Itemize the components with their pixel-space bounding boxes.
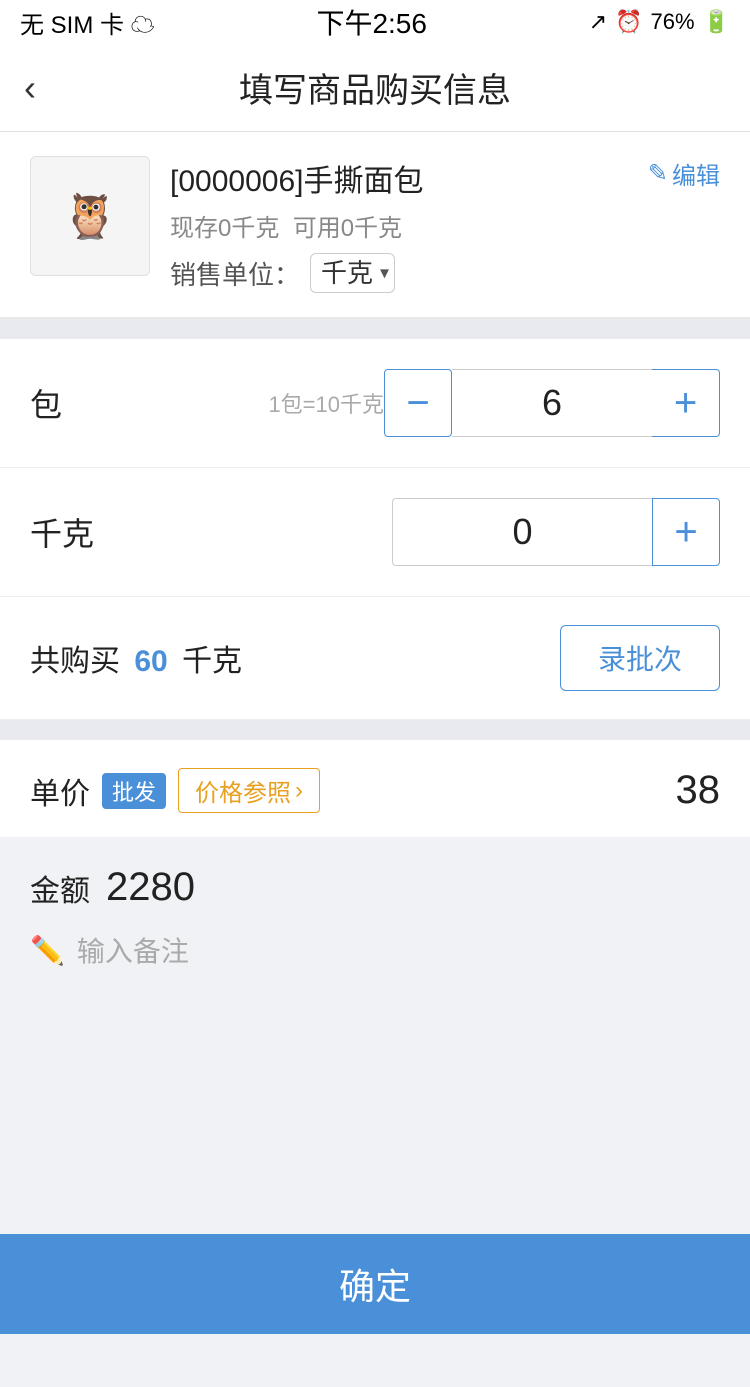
- price-row: 单价 批发 价格参照 › 38: [30, 768, 720, 813]
- edit-icon: ✎: [648, 159, 668, 188]
- package-row: 包 1包=10千克 − +: [0, 339, 750, 468]
- sim-label: 无 SIM 卡 ☁: [20, 5, 155, 40]
- status-left: 无 SIM 卡 ☁: [20, 5, 155, 40]
- amount-label: 金额: [30, 866, 90, 910]
- price-value: 38: [676, 768, 721, 813]
- edit-button[interactable]: ✎ 编辑: [648, 156, 720, 191]
- page-title: 填写商品购买信息: [239, 63, 511, 112]
- remark-row[interactable]: ✏️ 输入备注: [30, 930, 720, 970]
- product-name: [0000006]手撕面包: [170, 156, 720, 200]
- price-left: 单价 批发 价格参照 ›: [30, 768, 320, 813]
- status-right: ↗ ⏰ 76% 🔋: [589, 9, 730, 35]
- remark-icon: ✏️: [30, 934, 65, 967]
- product-unit: 销售单位： 千克: [170, 253, 720, 293]
- product-card: 🦉 [0000006]手撕面包 现存0千克 可用0千克 销售单位： 千克: [0, 132, 750, 318]
- price-ref-button[interactable]: 价格参照 ›: [178, 768, 320, 813]
- product-logo: 🦉: [63, 190, 118, 242]
- package-plus-button[interactable]: +: [652, 369, 720, 437]
- bottom-space: [0, 1037, 750, 1387]
- status-time: 下午2:56: [316, 2, 427, 42]
- battery-icon: 🔋: [703, 9, 730, 35]
- package-minus-button[interactable]: −: [384, 369, 452, 437]
- kg-qty-input[interactable]: [392, 498, 652, 566]
- package-label: 包: [30, 380, 258, 426]
- product-stock: 现存0千克 可用0千克: [170, 208, 720, 243]
- status-bar: 无 SIM 卡 ☁ 下午2:56 ↗ ⏰ 76% 🔋: [0, 0, 750, 44]
- location-icon: ↗: [589, 9, 607, 35]
- price-section: 单价 批发 价格参照 › 38: [0, 740, 750, 837]
- confirm-bar[interactable]: 确定: [0, 1234, 750, 1334]
- amount-value: 2280: [106, 865, 195, 910]
- total-row: 共购买 60 千克 录批次: [0, 597, 750, 720]
- battery-label: 76%: [651, 9, 695, 35]
- total-label: 共购买 60 千克: [30, 636, 242, 680]
- price-label: 单价: [30, 769, 90, 813]
- package-sublabel: 1包=10千克: [268, 387, 384, 419]
- package-qty-input[interactable]: [452, 369, 652, 437]
- kg-row: 千克 +: [0, 468, 750, 597]
- back-button[interactable]: ‹: [24, 67, 36, 109]
- amount-row: 金额 2280: [30, 865, 720, 910]
- amount-section: 金额 2280 ✏️ 输入备注: [0, 837, 750, 1037]
- kg-qty-control: +: [392, 498, 720, 566]
- kg-plus-button[interactable]: +: [652, 498, 720, 566]
- product-image: 🦉: [30, 156, 150, 276]
- separator-2: [0, 720, 750, 740]
- batch-button[interactable]: 录批次: [560, 625, 720, 691]
- unit-select-wrap[interactable]: 千克: [310, 253, 395, 293]
- confirm-text: 确定: [339, 1258, 411, 1310]
- unit-select[interactable]: 千克: [310, 253, 395, 293]
- package-section: 包 1包=10千克 − + 千克 +: [0, 339, 750, 597]
- product-info: [0000006]手撕面包 现存0千克 可用0千克 销售单位： 千克: [170, 156, 720, 293]
- price-tag: 批发: [102, 773, 166, 809]
- remark-placeholder: 输入备注: [77, 930, 189, 970]
- alarm-icon: ⏰: [615, 9, 642, 35]
- separator-1: [0, 319, 750, 339]
- package-qty-control: − +: [384, 369, 720, 437]
- nav-bar: ‹ 填写商品购买信息: [0, 44, 750, 132]
- kg-label: 千克: [30, 516, 94, 552]
